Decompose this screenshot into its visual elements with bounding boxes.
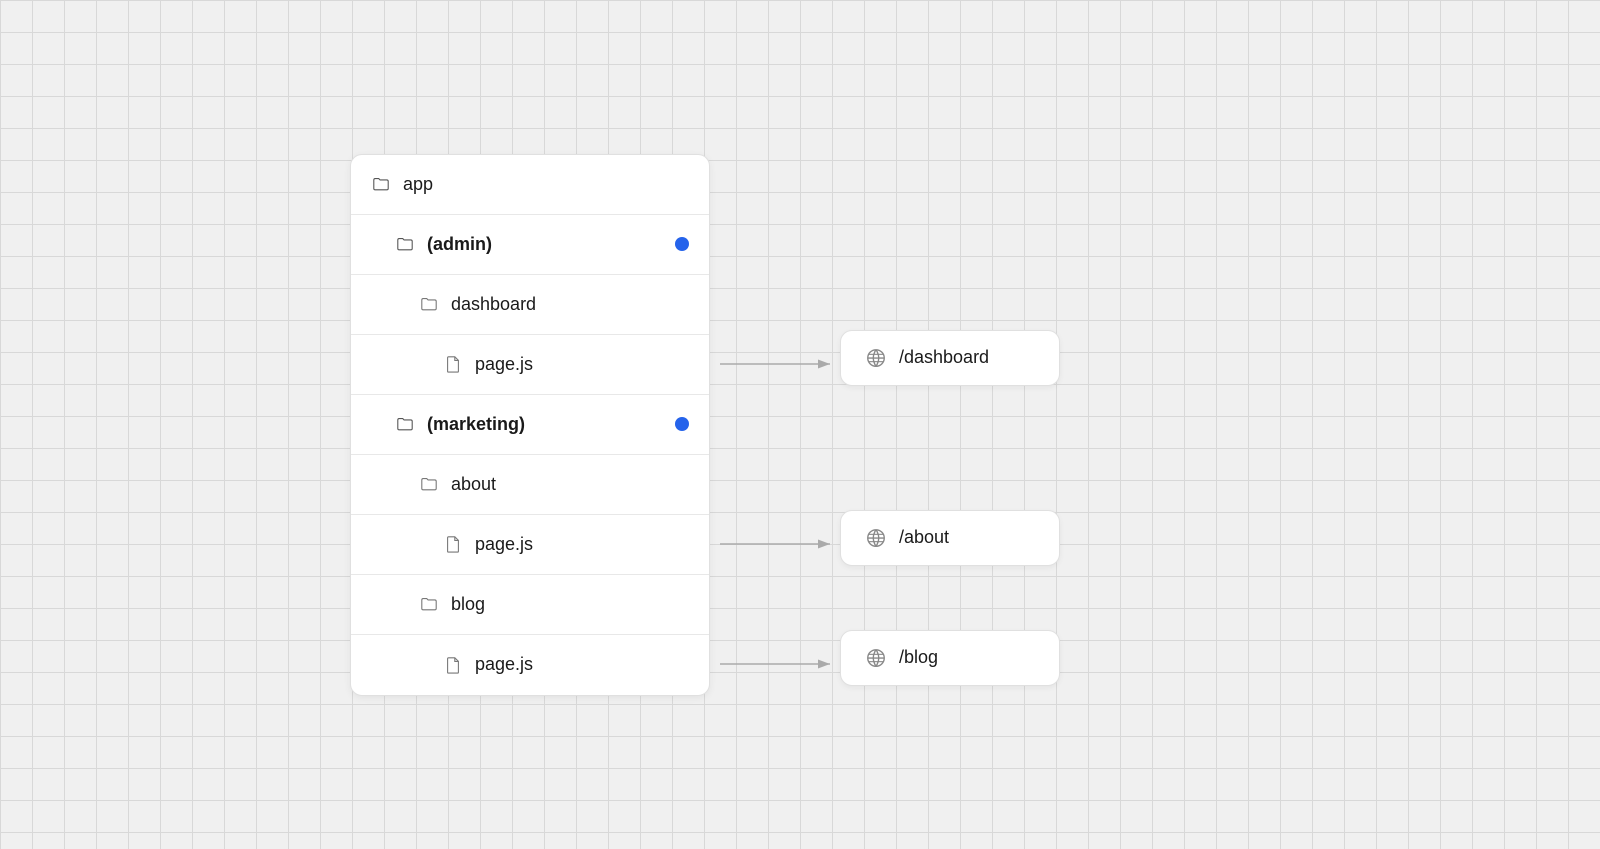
route-box-about: /about — [840, 510, 1060, 566]
route-boxes-container: /dashboard /about — [710, 154, 1250, 696]
file-tree: app (admin) dashboard — [350, 154, 710, 696]
label-blog-page: page.js — [475, 654, 689, 675]
label-admin: (admin) — [427, 234, 675, 255]
folder-icon-about — [419, 474, 439, 494]
folder-icon-blog — [419, 594, 439, 614]
globe-icon-dashboard — [865, 347, 887, 369]
tree-row-marketing: (marketing) — [351, 395, 709, 455]
tree-row-about-folder: about — [351, 455, 709, 515]
label-about-page: page.js — [475, 534, 689, 555]
file-icon-dashboard — [443, 354, 463, 374]
tree-row-admin: (admin) — [351, 215, 709, 275]
route-text-dashboard: /dashboard — [899, 347, 989, 368]
tree-row-blog-page: page.js — [351, 635, 709, 695]
label-dashboard-page: page.js — [475, 354, 689, 375]
label-about-folder: about — [451, 474, 689, 495]
tree-row-app: app — [351, 155, 709, 215]
tree-row-about-page: page.js — [351, 515, 709, 575]
tree-row-blog-folder: blog — [351, 575, 709, 635]
route-text-about: /about — [899, 527, 949, 548]
folder-icon-app — [371, 174, 391, 194]
folder-icon-dashboard — [419, 294, 439, 314]
diagram: app (admin) dashboard — [350, 154, 1250, 696]
blue-dot-admin — [675, 237, 689, 251]
label-app: app — [403, 174, 689, 195]
label-blog-folder: blog — [451, 594, 689, 615]
tree-row-dashboard-folder: dashboard — [351, 275, 709, 335]
label-dashboard-folder: dashboard — [451, 294, 689, 315]
label-marketing: (marketing) — [427, 414, 675, 435]
blue-dot-marketing — [675, 417, 689, 431]
tree-row-dashboard-page: page.js — [351, 335, 709, 395]
globe-icon-about — [865, 527, 887, 549]
route-box-dashboard: /dashboard — [840, 330, 1060, 386]
file-icon-blog — [443, 655, 463, 675]
folder-icon-admin — [395, 234, 415, 254]
folder-icon-marketing — [395, 414, 415, 434]
globe-icon-blog — [865, 647, 887, 669]
file-icon-about — [443, 534, 463, 554]
route-box-blog: /blog — [840, 630, 1060, 686]
route-text-blog: /blog — [899, 647, 938, 668]
